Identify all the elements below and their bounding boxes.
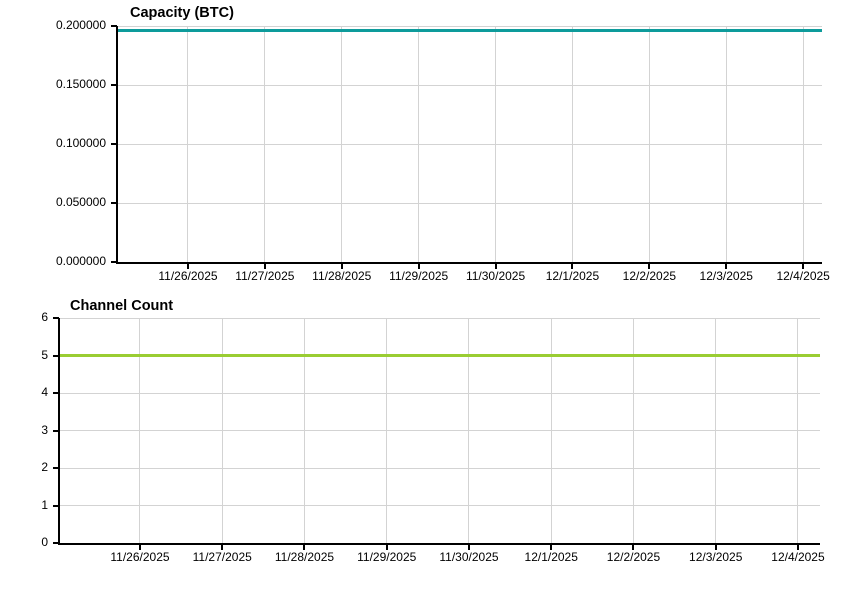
gridline-horizontal [118,202,822,204]
gridline-horizontal [60,317,820,319]
gridline-vertical [187,26,189,262]
gridline-horizontal [118,25,822,27]
gridline-horizontal [60,467,820,469]
x-tick-label: 11/28/2025 [274,550,335,564]
gridline-vertical [797,318,799,543]
y-axis-line [58,318,60,545]
channel-count-plot-area: 6 5 4 3 2 1 0 11/26/2025 11/27/2025 11/28/2025 11/… [0,293,860,600]
x-tick-label: 11/26/2025 [110,550,170,564]
x-tick-label: 11/27/2025 [192,550,252,564]
capacity-plot-area: 0.200000 0.150000 0.100000 0.050000 0.000000… [0,0,860,293]
y-axis-line [116,26,118,264]
x-axis-line [116,262,822,264]
gridline-horizontal [60,392,820,394]
gridline-vertical [571,26,573,262]
gridline-horizontal [60,430,820,431]
y-tick-label: 3 [41,422,48,437]
gridline-vertical [802,26,804,262]
y-tick-label: 6 [41,310,48,324]
node-stats-dashboard: Capacity (BTC) 0.200000 0.150000 0.100000 0… [0,0,860,600]
x-tick-label: 12/3/2025 [689,550,743,564]
y-tick-label: 5 [41,347,48,362]
gridline-vertical [715,318,717,543]
x-axis-line [58,543,820,545]
x-tick-label: 11/29/2025 [357,550,417,564]
gridline-vertical [725,26,727,262]
capacity-line [118,29,822,33]
gridline-vertical [468,318,470,543]
y-tick-label: 2 [41,460,48,474]
gridline-vertical [495,26,497,262]
gridline-vertical [264,26,266,262]
y-tick-label: 4 [41,385,48,399]
x-tick-label: 12/4/2025 [771,550,825,564]
x-tick-label: 12/1/2025 [524,550,578,564]
gridline-vertical [632,318,634,543]
gridline-vertical [303,318,305,543]
y-tick-label: 0 [41,535,48,549]
gridline-horizontal [118,84,822,86]
x-tick-label: 12/2/2025 [606,550,661,564]
gridline-vertical [418,26,420,262]
x-tick-label: 12/4/2025 [776,269,830,283]
x-tick-label: 11/30/2025 [439,550,499,564]
gridline-horizontal [60,505,820,506]
gridline-horizontal [118,143,822,145]
channel-count-line [60,354,820,357]
y-tick-label: 0.000000 [55,254,106,268]
y-tick-label: 0.100000 [55,136,106,150]
gridline-vertical [386,318,388,543]
gridline-vertical [139,318,141,543]
y-tick-label: 1 [41,497,48,512]
y-tick-label: 0.050000 [55,195,106,209]
channel-count-chart: Channel Count 6 5 4 3 2 1 0 11/26/2025 11/27/202… [0,293,860,600]
gridline-vertical [648,26,650,262]
y-tick-label: 0.150000 [55,77,106,91]
gridline-vertical [341,26,343,262]
gridline-vertical [221,318,223,543]
gridline-vertical [550,318,552,543]
capacity-chart: Capacity (BTC) 0.200000 0.150000 0.100000 0… [0,0,860,293]
y-tick-label: 0.200000 [55,18,106,32]
